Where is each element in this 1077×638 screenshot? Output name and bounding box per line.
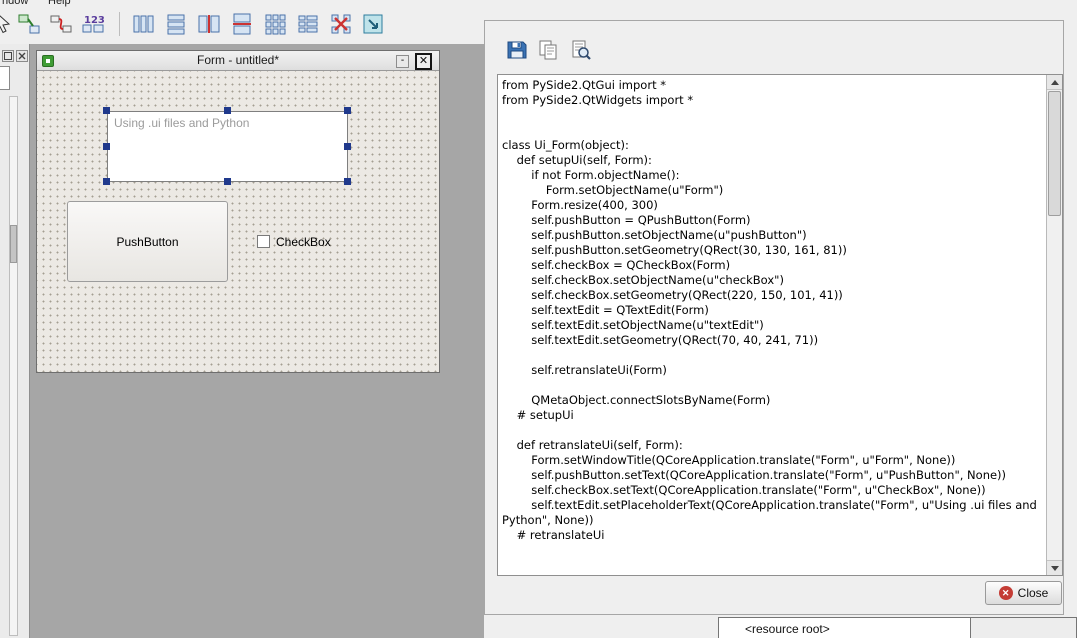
close-icon (18, 52, 26, 60)
code-vertical-scrollbar[interactable] (1046, 75, 1062, 575)
widget-box-scrollbar-thumb[interactable] (10, 225, 17, 263)
layout-grid-icon[interactable] (262, 11, 288, 37)
checkbox-indicator[interactable] (257, 235, 270, 248)
scroll-down-button[interactable] (1047, 560, 1062, 575)
form-icon (42, 55, 54, 67)
code-view[interactable]: from PySide2.QtGui import * from PySide2… (497, 74, 1063, 576)
widget-filter-input[interactable] (0, 66, 10, 90)
arrow-up-icon (1051, 80, 1059, 85)
break-layout-icon[interactable] (328, 11, 354, 37)
textedit-placeholder: Using .ui files and Python (114, 116, 341, 130)
toolbar-separator (119, 12, 120, 36)
preview-button[interactable] (569, 38, 593, 62)
code-preview-dialog: from PySide2.QtGui import * from PySide2… (484, 20, 1064, 615)
checkbox-widget[interactable]: CheckBox (257, 221, 358, 262)
form-canvas[interactable]: Using .ui files and Python PushButton Ch… (37, 71, 439, 372)
copy-button[interactable] (536, 38, 560, 62)
dock-close-button[interactable] (16, 50, 28, 62)
selection-handle-top-left[interactable] (103, 107, 110, 114)
copy-icon (536, 38, 560, 62)
layout-split-horizontal-icon[interactable] (196, 11, 222, 37)
svg-text:123: 123 (84, 15, 105, 26)
edit-buddies-icon[interactable] (48, 11, 74, 37)
close-button-label: Close (1018, 586, 1049, 600)
float-icon (4, 52, 12, 60)
preview-icon (569, 38, 593, 62)
dialog-close-button[interactable]: ✕ Close (985, 581, 1062, 605)
edit-signals-slots-icon[interactable] (16, 11, 42, 37)
resource-browser: <resource root> (718, 617, 971, 638)
code-text[interactable]: from PySide2.QtGui import * from PySide2… (498, 75, 1046, 575)
selection-handle-top-center[interactable] (224, 107, 231, 114)
widget-box-dock (0, 44, 30, 638)
arrow-down-icon (1051, 566, 1059, 571)
minimize-button[interactable]: - (396, 55, 409, 68)
form-window-title: Form - untitled* (37, 51, 439, 70)
form-editor-window: Form - untitled* - ✕ Using .ui files and… (36, 50, 440, 373)
save-icon (505, 38, 529, 62)
edit-widgets-icon[interactable] (0, 11, 16, 37)
form-window-titlebar[interactable]: Form - untitled* - ✕ (37, 51, 439, 71)
layout-split-vertical-icon[interactable] (229, 11, 255, 37)
scrollbar-thumb[interactable] (1048, 91, 1061, 216)
edit-tab-order-icon[interactable]: 123 (80, 11, 106, 37)
main-toolbar: 123 (0, 6, 482, 44)
scroll-up-button[interactable] (1047, 75, 1062, 90)
adjust-size-icon[interactable] (360, 11, 386, 37)
save-button[interactable] (505, 38, 529, 62)
checkbox-label: CheckBox (276, 235, 331, 249)
layout-form-icon[interactable] (295, 11, 321, 37)
resource-side-panel (970, 617, 1077, 638)
resource-root-item[interactable]: <resource root> (745, 622, 970, 636)
layout-vertical-icon[interactable] (163, 11, 189, 37)
selection-handle-mid-left[interactable] (103, 143, 110, 150)
dialog-close-icon: ✕ (999, 586, 1013, 600)
selection-handle-bottom-right[interactable] (344, 178, 351, 185)
selection-handle-top-right[interactable] (344, 107, 351, 114)
selection-handle-mid-right[interactable] (344, 143, 351, 150)
layout-horizontal-icon[interactable] (130, 11, 156, 37)
textedit-widget[interactable]: Using .ui files and Python (107, 111, 348, 182)
pushbutton-widget[interactable]: PushButton (67, 201, 228, 282)
selection-handle-bottom-left[interactable] (103, 178, 110, 185)
selection-handle-bottom-center[interactable] (224, 178, 231, 185)
widget-box-scrollbar[interactable] (9, 96, 18, 636)
window-close-button[interactable]: ✕ (415, 53, 432, 70)
qt-designer-window: ndow Help 123 (0, 0, 1077, 638)
dock-float-button[interactable] (2, 50, 14, 62)
